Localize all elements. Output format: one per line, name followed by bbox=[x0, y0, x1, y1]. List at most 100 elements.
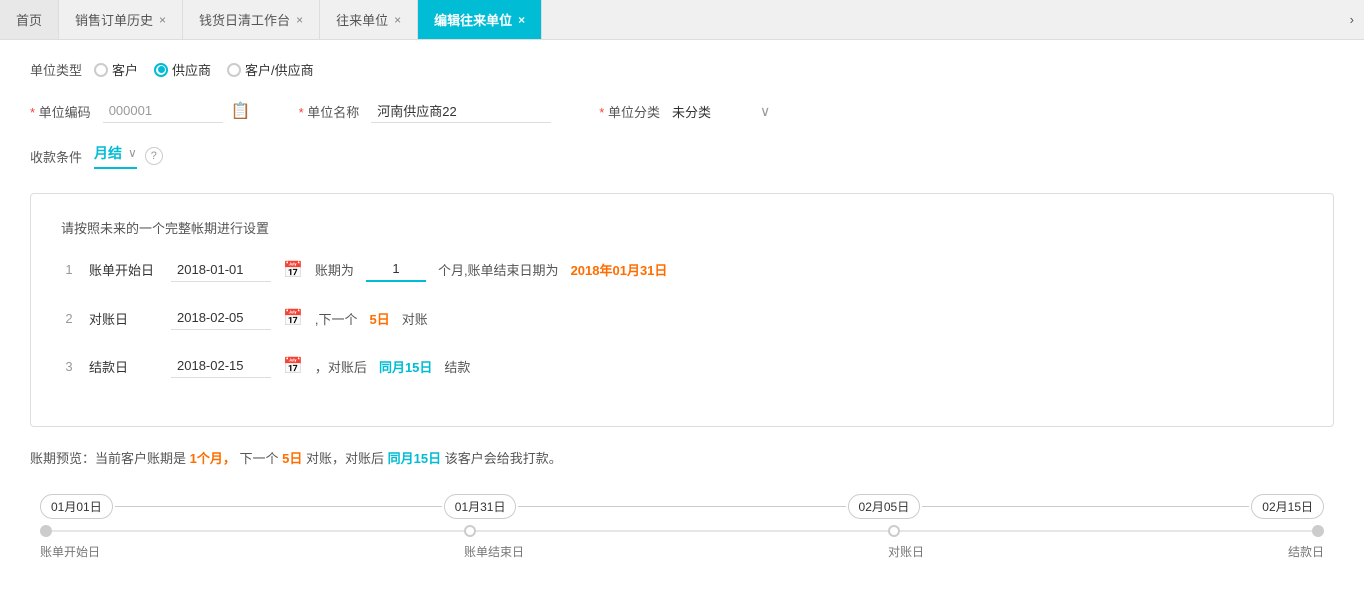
tab-sales-history[interactable]: 销售订单历史 × bbox=[59, 0, 183, 39]
radio-both-circle bbox=[227, 63, 241, 77]
tab-cash-work[interactable]: 钱货日清工作台 × bbox=[183, 0, 320, 39]
unit-category-value: 未分类 bbox=[672, 102, 752, 121]
unit-name-group: 单位名称 bbox=[299, 99, 552, 123]
payment-suffix: 结款 bbox=[444, 357, 470, 376]
timeline-date-4: 02月15日 bbox=[1251, 494, 1324, 519]
unit-category-chevron[interactable]: ∨ bbox=[760, 103, 770, 120]
reconcile-suffix: 对账 bbox=[402, 309, 428, 328]
period-input[interactable] bbox=[366, 257, 426, 282]
timeline-label-1: 账单开始日 bbox=[40, 543, 100, 560]
row-num-2: 2 bbox=[61, 311, 77, 326]
radio-customer-label: 客户 bbox=[112, 60, 138, 79]
chevron-right-icon: › bbox=[1350, 12, 1354, 27]
help-icon[interactable]: ? bbox=[145, 147, 163, 165]
radio-supplier-circle bbox=[154, 63, 168, 77]
period-unit-label: 个月,账单结束日期为 bbox=[438, 260, 559, 279]
radio-customer[interactable]: 客户 bbox=[94, 60, 138, 79]
tab-edit-partner-label: 编辑往来单位 bbox=[434, 10, 512, 29]
timeline-item-3: 02月05日 bbox=[848, 494, 921, 519]
preview-prefix: 账期预览：当前客户账期是 bbox=[30, 451, 186, 466]
preview-highlight1: 1个月， bbox=[190, 451, 236, 466]
start-date-calendar-icon[interactable]: 📅 bbox=[283, 260, 303, 280]
timeline-item-1: 01月01日 bbox=[40, 494, 113, 519]
payment-prefix: ，对账后 bbox=[315, 357, 367, 376]
radio-group-unit-type: 客户 供应商 客户/供应商 bbox=[94, 60, 314, 79]
unit-code-input[interactable] bbox=[103, 99, 223, 123]
timeline-line-1 bbox=[115, 506, 442, 507]
radio-both-label: 客户/供应商 bbox=[245, 60, 314, 79]
settings-box: 请按照未来的一个完整帐期进行设置 1 账单开始日 📅 账期为 个月,账单结束日期… bbox=[30, 193, 1334, 427]
payment-condition-value: 月结 bbox=[94, 143, 122, 163]
start-date-input[interactable] bbox=[171, 258, 271, 282]
timeline-dot-1 bbox=[40, 525, 52, 537]
radio-customer-circle bbox=[94, 63, 108, 77]
preview-suffix: 该客户会给我打款。 bbox=[445, 451, 562, 466]
timeline-item-4: 02月15日 bbox=[1251, 494, 1324, 519]
unit-fields-row: 单位编码 📋 单位名称 单位分类 未分类 ∨ bbox=[30, 99, 1334, 123]
timeline-dot-2 bbox=[464, 525, 476, 537]
tab-partner-label: 往来单位 bbox=[336, 10, 388, 29]
calendar-icon[interactable]: 📋 bbox=[231, 101, 251, 121]
reconcile-highlight1: 5日 bbox=[370, 309, 390, 328]
period-suffix-label: 账期为 bbox=[315, 260, 354, 279]
row-label-3: 结款日 bbox=[89, 357, 159, 376]
tab-partner-close[interactable]: × bbox=[394, 13, 401, 27]
unit-category-group: 单位分类 未分类 ∨ bbox=[599, 102, 770, 121]
row-label-1: 账单开始日 bbox=[89, 260, 159, 279]
tab-sales-history-label: 销售订单历史 bbox=[75, 10, 153, 29]
payment-date-calendar-icon[interactable]: 📅 bbox=[283, 356, 303, 376]
unit-name-label: 单位名称 bbox=[299, 102, 360, 121]
timeline-date-3: 02月05日 bbox=[848, 494, 921, 519]
row-num-3: 3 bbox=[61, 359, 77, 374]
reconcile-prefix: ,下一个 bbox=[315, 309, 358, 328]
timeline: 01月01日 01月31日 02月05日 02月15日 bbox=[40, 494, 1324, 560]
reconcile-date-calendar-icon[interactable]: 📅 bbox=[283, 308, 303, 328]
tab-partner[interactable]: 往来单位 × bbox=[320, 0, 418, 39]
payment-condition-label: 收款条件 bbox=[30, 147, 82, 166]
preview-highlight3: 同月15日 bbox=[388, 451, 441, 466]
preview-mid1: 下一个 bbox=[240, 451, 279, 466]
timeline-container: 01月01日 01月31日 02月05日 02月15日 bbox=[30, 494, 1334, 560]
timeline-labels-row: 账单开始日 账单结束日 对账日 结款日 bbox=[40, 543, 1324, 560]
tab-home-label: 首页 bbox=[16, 10, 42, 29]
tab-edit-partner-close[interactable]: × bbox=[518, 13, 525, 27]
period-end-date: 2018年01月31日 bbox=[571, 260, 668, 279]
preview-mid2: 对账，对账后 bbox=[306, 451, 384, 466]
timeline-item-2: 01月31日 bbox=[444, 494, 517, 519]
timeline-line-3 bbox=[922, 506, 1249, 507]
timeline-dot-3 bbox=[888, 525, 900, 537]
radio-both[interactable]: 客户/供应商 bbox=[227, 60, 314, 79]
unit-code-label: 单位编码 bbox=[30, 102, 91, 121]
setting-row-3: 3 结款日 📅 ，对账后 同月15日 结款 bbox=[61, 354, 1303, 378]
timeline-dot-4 bbox=[1312, 525, 1324, 537]
timeline-label-2: 账单结束日 bbox=[464, 543, 524, 560]
payment-condition-row: 收款条件 月结 ∨ ? bbox=[30, 143, 1334, 169]
preview-highlight2: 5日 bbox=[282, 451, 302, 466]
tab-edit-partner[interactable]: 编辑往来单位 × bbox=[418, 0, 542, 39]
help-icon-symbol: ? bbox=[151, 150, 157, 162]
settings-title: 请按照未来的一个完整帐期进行设置 bbox=[61, 218, 1303, 237]
radio-supplier[interactable]: 供应商 bbox=[154, 60, 211, 79]
reconcile-date-input[interactable] bbox=[171, 306, 271, 330]
unit-code-group: 单位编码 📋 bbox=[30, 99, 251, 123]
tab-home[interactable]: 首页 bbox=[0, 0, 59, 39]
unit-type-row: 单位类型 客户 供应商 客户/供应商 bbox=[30, 60, 1334, 79]
timeline-dates-row: 01月01日 01月31日 02月05日 02月15日 bbox=[40, 494, 1324, 519]
payment-date-input[interactable] bbox=[171, 354, 271, 378]
payment-highlight2: 同月15日 bbox=[379, 357, 432, 376]
row-num-1: 1 bbox=[61, 262, 77, 277]
payment-condition-select[interactable]: 月结 ∨ bbox=[94, 143, 137, 169]
timeline-label-4: 结款日 bbox=[1288, 543, 1324, 560]
setting-row-1: 1 账单开始日 📅 账期为 个月,账单结束日期为 2018年01月31日 bbox=[61, 257, 1303, 282]
tab-cash-work-label: 钱货日清工作台 bbox=[199, 10, 290, 29]
row-label-2: 对账日 bbox=[89, 309, 159, 328]
timeline-full-line bbox=[40, 531, 1324, 532]
tab-sales-history-close[interactable]: × bbox=[159, 13, 166, 27]
timeline-date-2: 01月31日 bbox=[444, 494, 517, 519]
setting-row-2: 2 对账日 📅 ,下一个 5日 对账 bbox=[61, 306, 1303, 330]
tab-more-button[interactable]: › bbox=[1340, 0, 1364, 39]
unit-type-label: 单位类型 bbox=[30, 60, 82, 79]
unit-name-input[interactable] bbox=[371, 99, 551, 123]
tab-cash-work-close[interactable]: × bbox=[296, 13, 303, 27]
payment-chevron-icon: ∨ bbox=[128, 146, 137, 160]
